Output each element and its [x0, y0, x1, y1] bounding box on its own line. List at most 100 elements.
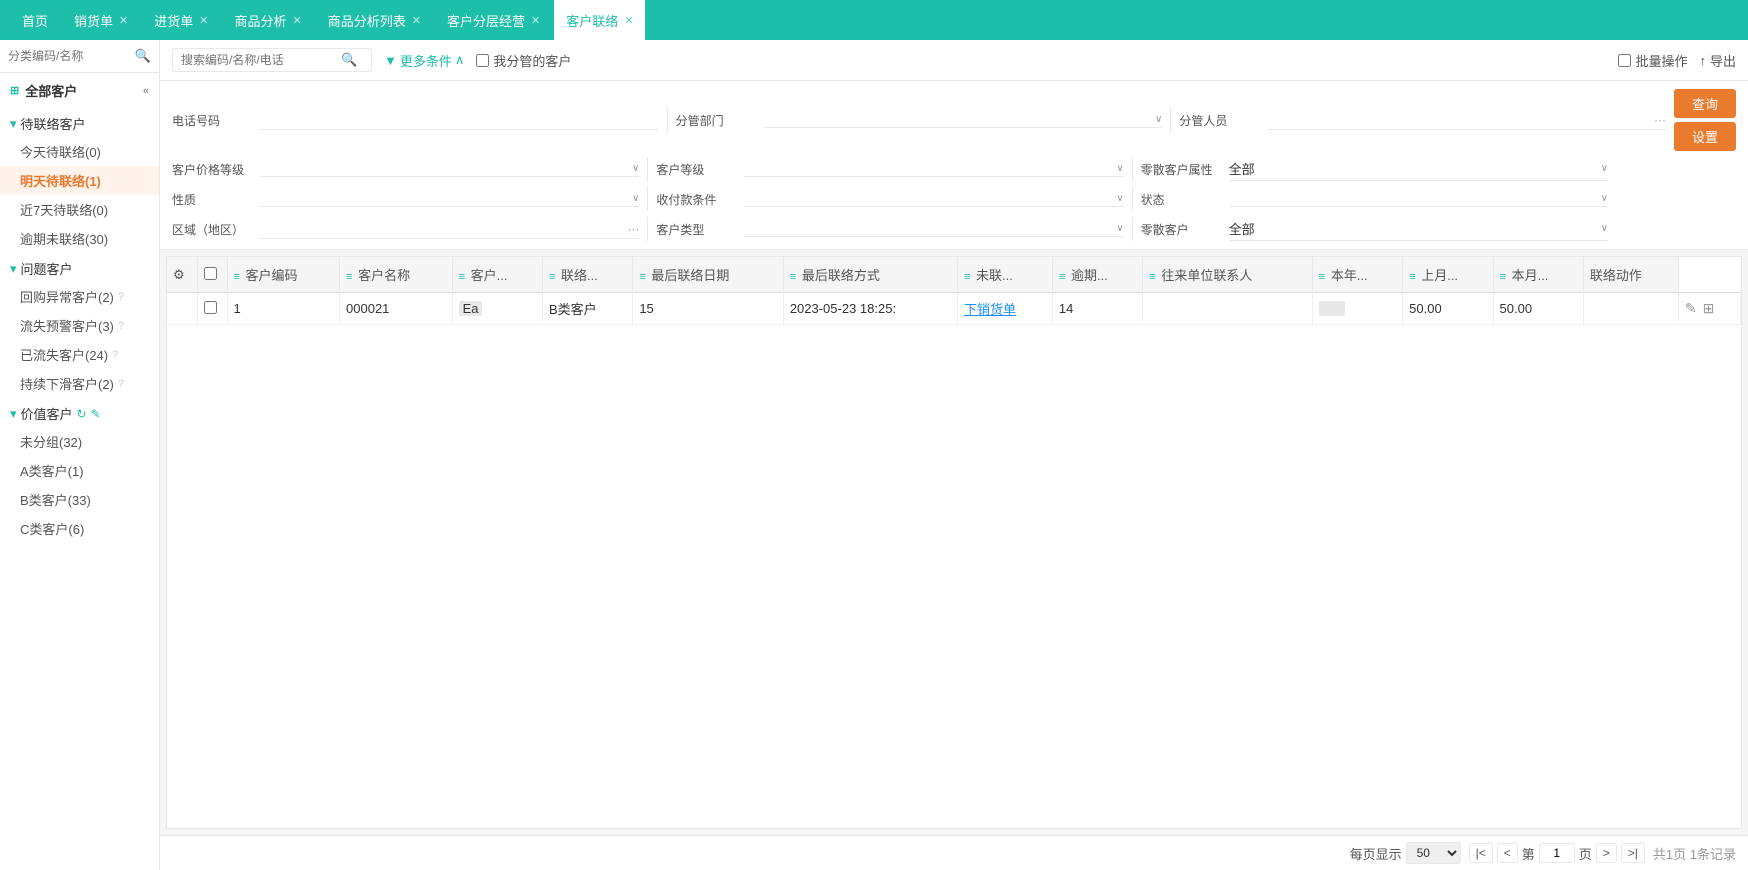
nav-close-customer-contact[interactable]: ✕	[624, 14, 633, 27]
next-page-btn[interactable]: >	[1596, 843, 1617, 863]
total-records: 共1页 1条记录	[1653, 844, 1736, 863]
sidebar-item-churned[interactable]: 已流失客户(24) ?	[0, 340, 159, 369]
nav-item-customer-contact[interactable]: 客户联络 ✕	[554, 0, 645, 40]
nav-item-customer-tier[interactable]: 客户分层经营 ✕	[435, 0, 552, 40]
chevron-dept: ∨	[1155, 114, 1162, 125]
nav-item-home[interactable]: 首页	[10, 0, 60, 40]
filter-price-level-select[interactable]: ∨	[260, 161, 639, 177]
col-icon-code: ≡	[234, 271, 240, 283]
col-last-date: ≡ 最后联络日期	[633, 257, 784, 293]
filter-nature-select[interactable]: ∨	[260, 191, 639, 207]
filter-payment-select[interactable]: ∨	[744, 191, 1123, 207]
sidebar-item-a-class[interactable]: A类客户(1)	[0, 456, 159, 485]
sidebar-item-overdue[interactable]: 逾期未联络(30)	[0, 224, 159, 253]
col-this-month: ≡ 本月...	[1493, 257, 1583, 293]
nav-item-product-analysis[interactable]: 商品分析 ✕	[222, 0, 313, 40]
sidebar-group-problem[interactable]: ▾ 问题客户	[0, 253, 159, 282]
first-page-btn[interactable]: |<	[1469, 843, 1493, 863]
sidebar-item-abnormal[interactable]: 回购异常客户(2) ?	[0, 282, 159, 311]
col-last-method: ≡ 最后联络方式	[783, 257, 957, 293]
batch-op-btn[interactable]: 批量操作	[1618, 51, 1687, 70]
nav-close-customer-tier[interactable]: ✕	[531, 14, 540, 27]
help-icon-2[interactable]: ?	[118, 320, 124, 332]
collapse-icon: «	[143, 85, 149, 97]
sidebar-item-today[interactable]: 今天待联络(0)	[0, 137, 159, 166]
nav-item-purchase[interactable]: 进货单 ✕	[142, 0, 220, 40]
sidebar-item-c-class[interactable]: C类客户(6)	[0, 514, 159, 543]
filter-customer-type-select[interactable]: ∨	[744, 221, 1123, 237]
data-table: ⚙ ≡ 客户编码 ≡ 客户名称	[167, 257, 1741, 325]
more-icon-region[interactable]: ···	[627, 222, 639, 236]
help-icon-1[interactable]: ?	[118, 291, 124, 303]
nav-close-product-list[interactable]: ✕	[412, 14, 421, 27]
sidebar-search-input[interactable]	[8, 49, 135, 63]
filter-dept-select[interactable]: ∨	[764, 112, 1163, 128]
action-grid-icon[interactable]: ⊞	[1703, 300, 1715, 317]
cell-checkbox	[197, 293, 227, 325]
filter-payment: 收付款条件 ∨	[656, 191, 1123, 208]
divider-3	[647, 157, 648, 181]
nav-item-sales[interactable]: 销货单 ✕	[62, 0, 140, 40]
filter-retail-attr-select[interactable]: 全部 ∨	[1229, 157, 1608, 181]
select-all-checkbox[interactable]	[204, 267, 217, 280]
filter-manager-select[interactable]: ···	[1267, 111, 1666, 130]
nav-close-purchase[interactable]: ✕	[199, 14, 208, 27]
last-method-link[interactable]: 下销货单	[964, 302, 1016, 317]
sidebar-group-value[interactable]: ▾ 价值客户 ↻ ✎	[0, 398, 159, 427]
filter-retail-attr: 零散客户属性 全部 ∨	[1141, 157, 1608, 181]
sidebar-item-churn-warning[interactable]: 流失预警客户(3) ?	[0, 311, 159, 340]
sidebar-item-ungrouped[interactable]: 未分组(32)	[0, 427, 159, 456]
filter-status-select[interactable]: ∨	[1229, 191, 1608, 207]
filter-customer-level: 客户等级 ∨	[656, 161, 1123, 178]
sidebar-search-icon[interactable]: 🔍	[135, 48, 151, 64]
group-arrow-2: ▾	[10, 261, 17, 277]
cell-type: B类客户	[542, 293, 632, 325]
filter-nature: 性质 ∨	[172, 191, 639, 208]
sidebar-group-pending[interactable]: ▾ 待联络客户	[0, 108, 159, 137]
more-conditions-btn[interactable]: ▼ 更多条件 ∧	[384, 51, 464, 70]
last-page-btn[interactable]: >|	[1621, 843, 1645, 863]
edit-icon[interactable]: ✎	[91, 407, 101, 421]
col-settings[interactable]: ⚙	[167, 257, 197, 293]
nav-close-sales[interactable]: ✕	[119, 14, 128, 27]
more-icon-manager[interactable]: ···	[1654, 113, 1666, 127]
sidebar-item-declining[interactable]: 持续下滑客户(2) ?	[0, 369, 159, 398]
page-size-select[interactable]: 50 100	[1406, 842, 1461, 864]
filter-dept: 分管部门 ∨	[676, 112, 1163, 129]
group-arrow: ▾	[10, 116, 17, 132]
export-btn[interactable]: ↑ 导出	[1699, 51, 1736, 70]
sidebar-item-tomorrow[interactable]: 明天待联络(1)	[0, 166, 159, 195]
col-checkbox	[197, 257, 227, 293]
top-nav: 首页 销货单 ✕ 进货单 ✕ 商品分析 ✕ 商品分析列表 ✕ 客户分层经营 ✕ …	[0, 0, 1748, 40]
search-input[interactable]	[181, 53, 341, 67]
col-type: ≡ 客户...	[452, 257, 542, 293]
my-customers-checkbox[interactable]	[476, 54, 489, 67]
sidebar-all-customers[interactable]: ⊞ 全部客户 «	[0, 73, 159, 108]
reset-button[interactable]: 设置	[1674, 122, 1736, 151]
filter-row-1: 电话号码 分管部门 ∨ 分管人员 ···	[172, 89, 1736, 151]
filter-phone-input[interactable]	[260, 111, 659, 130]
nav-item-product-list[interactable]: 商品分析列表 ✕	[316, 0, 433, 40]
col-icon-year: ≡	[1319, 271, 1325, 283]
help-icon-4[interactable]: ?	[118, 378, 124, 390]
sidebar-item-7days[interactable]: 近7天待联络(0)	[0, 195, 159, 224]
query-button[interactable]: 查询	[1674, 89, 1736, 118]
table-wrap: ⚙ ≡ 客户编码 ≡ 客户名称	[166, 256, 1742, 829]
prev-page-btn[interactable]: <	[1497, 843, 1518, 863]
sidebar-item-b-class[interactable]: B类客户(33)	[0, 485, 159, 514]
settings-icon[interactable]: ⚙	[173, 267, 185, 282]
filter-retail-customer-select[interactable]: 全部 ∨	[1229, 217, 1608, 241]
filter-customer-level-select[interactable]: ∨	[744, 161, 1123, 177]
page-input[interactable]	[1539, 843, 1575, 863]
search-icon[interactable]: 🔍	[341, 52, 357, 68]
filter-region-select[interactable]: ···	[260, 220, 639, 239]
refresh-icon[interactable]: ↻	[77, 407, 87, 421]
page-size-wrap: 每页显示 50 100	[1350, 842, 1461, 864]
cell-code: 000021	[340, 293, 453, 325]
nav-close-product-analysis[interactable]: ✕	[293, 14, 302, 27]
action-edit-icon[interactable]: ✎	[1685, 300, 1697, 317]
row-checkbox[interactable]	[204, 301, 217, 314]
help-icon-3[interactable]: ?	[112, 349, 118, 361]
col-icon-lastmonth: ≡	[1409, 271, 1415, 283]
filter-region: 区域（地区） ···	[172, 220, 639, 239]
